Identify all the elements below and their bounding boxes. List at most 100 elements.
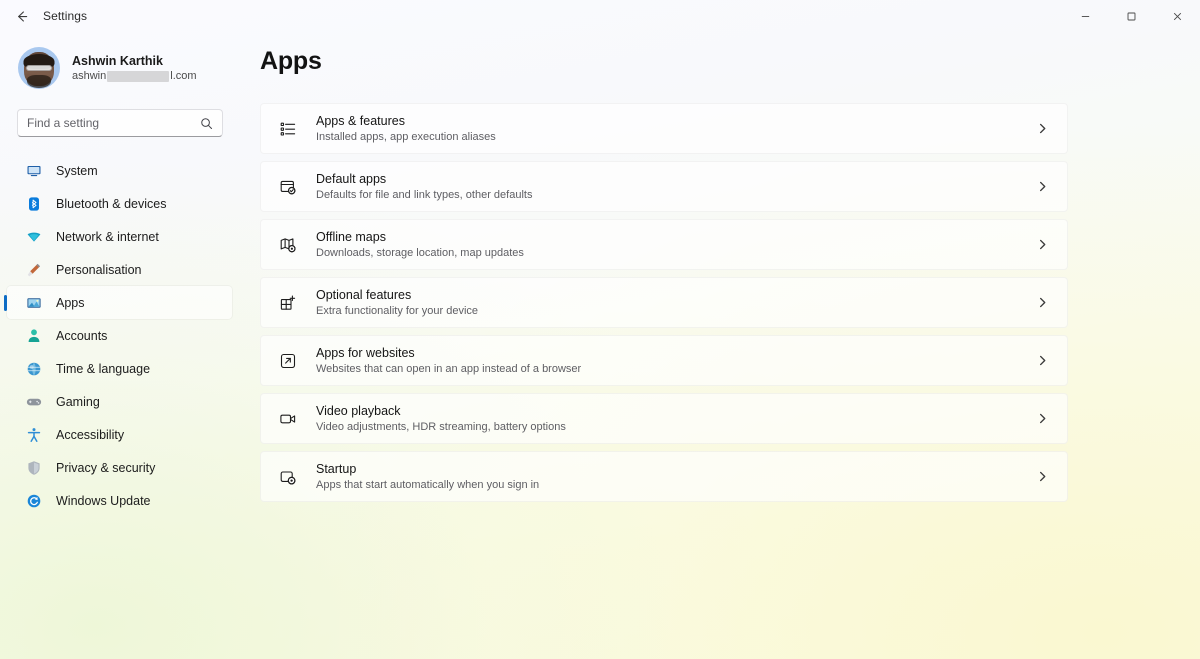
bluetooth-icon: [25, 195, 43, 213]
card-title: Startup: [316, 461, 357, 476]
sidebar-item-label: Windows Update: [56, 493, 151, 508]
update-icon: [25, 492, 43, 510]
chevron-right-icon[interactable]: [1033, 352, 1051, 370]
card-title: Default apps: [316, 171, 387, 186]
search-box[interactable]: [17, 109, 223, 137]
sidebar-item-gaming[interactable]: Gaming: [7, 385, 232, 418]
globe-icon: [25, 360, 43, 378]
title-bar: Settings: [0, 0, 1200, 32]
account-section[interactable]: Ashwin Karthik ashwin l.com: [0, 32, 240, 94]
settings-window: Settings Ashwin Karthik ashwin l.com Fin…: [0, 0, 1200, 659]
sidebar-item-label: Personalisation: [56, 262, 142, 277]
avatar: [18, 47, 60, 89]
card-text: Startup Apps that start automatically wh…: [316, 461, 1033, 493]
map-icon: [278, 235, 298, 255]
sidebar-item-label: Time & language: [56, 361, 151, 376]
settings-card-apps-for-websites[interactable]: Apps for websites Websites that can open…: [260, 335, 1068, 386]
card-subtitle: Defaults for file and link types, other …: [316, 188, 533, 201]
window-title: Settings: [43, 9, 88, 23]
shield-icon: [25, 459, 43, 477]
wifi-icon: [25, 228, 43, 246]
chevron-right-icon[interactable]: [1033, 120, 1051, 138]
external-link-icon: [278, 351, 298, 371]
chevron-right-icon[interactable]: [1033, 468, 1051, 486]
settings-card-optional-features[interactable]: Optional features Extra functionality fo…: [260, 277, 1068, 328]
card-title: Optional features: [316, 287, 412, 302]
list-icon: [278, 119, 298, 139]
startup-icon: [278, 467, 298, 487]
account-email-redaction: [107, 70, 170, 82]
main-content: Apps Apps & features Installed apps, app…: [240, 32, 1200, 659]
settings-card-video-playback[interactable]: Video playback Video adjustments, HDR st…: [260, 393, 1068, 444]
settings-card-list: Apps & features Installed apps, app exec…: [260, 103, 1068, 502]
account-name: Ashwin Karthik: [72, 53, 163, 68]
close-button[interactable]: [1154, 0, 1200, 32]
account-text: Ashwin Karthik ashwin l.com: [72, 53, 197, 84]
sidebar-item-label: Gaming: [56, 394, 100, 409]
maximize-button[interactable]: [1108, 0, 1154, 32]
accessibility-icon: [25, 426, 43, 444]
avatar-glasses: [26, 65, 52, 72]
sidebar-nav: System Bluetooth & devices Network & int…: [0, 154, 240, 517]
card-text: Default apps Defaults for file and link …: [316, 171, 1033, 203]
default-apps-icon: [278, 177, 298, 197]
grid-plus-icon: [278, 293, 298, 313]
search-icon: [200, 117, 213, 130]
paintbrush-icon: [25, 261, 43, 279]
chevron-right-icon[interactable]: [1033, 410, 1051, 428]
card-title: Video playback: [316, 403, 401, 418]
card-text: Video playback Video adjustments, HDR st…: [316, 403, 1033, 435]
sidebar-item-privacy-security[interactable]: Privacy & security: [7, 451, 232, 484]
person-icon: [25, 327, 43, 345]
card-text: Optional features Extra functionality fo…: [316, 287, 1033, 319]
card-subtitle: Extra functionality for your device: [316, 304, 479, 317]
back-arrow-icon[interactable]: [6, 1, 36, 31]
minimize-button[interactable]: [1062, 0, 1108, 32]
card-subtitle: Installed apps, app execution aliases: [316, 130, 496, 143]
video-camera-icon: [278, 409, 298, 429]
sidebar-item-bluetooth-devices[interactable]: Bluetooth & devices: [7, 187, 232, 220]
chevron-right-icon[interactable]: [1033, 178, 1051, 196]
settings-card-offline-maps[interactable]: Offline maps Downloads, storage location…: [260, 219, 1068, 270]
card-text: Apps for websites Websites that can open…: [316, 345, 1033, 377]
card-title: Apps & features: [316, 113, 405, 128]
sidebar-item-personalisation[interactable]: Personalisation: [7, 253, 232, 286]
sidebar-item-label: Bluetooth & devices: [56, 196, 167, 211]
card-subtitle: Video adjustments, HDR streaming, batter…: [316, 420, 566, 433]
chevron-right-icon[interactable]: [1033, 294, 1051, 312]
sidebar-item-accessibility[interactable]: Accessibility: [7, 418, 232, 451]
sidebar-item-label: Apps: [56, 295, 85, 310]
card-subtitle: Apps that start automatically when you s…: [316, 478, 540, 491]
search-input[interactable]: [27, 116, 196, 130]
sidebar-item-apps[interactable]: Apps: [7, 286, 232, 319]
sidebar-item-windows-update[interactable]: Windows Update: [7, 484, 232, 517]
window-controls: [1062, 0, 1200, 32]
sidebar-item-label: Accessibility: [56, 427, 125, 442]
account-email-suffix: l.com: [170, 69, 197, 82]
account-email-prefix: ashwin: [72, 69, 107, 82]
apps-icon: [25, 294, 43, 312]
sidebar-item-label: Network & internet: [56, 229, 159, 244]
monitor-icon: [25, 162, 43, 180]
sidebar-item-label: System: [56, 163, 98, 178]
sidebar-item-time-language[interactable]: Time & language: [7, 352, 232, 385]
sidebar-item-label: Accounts: [56, 328, 108, 343]
card-text: Apps & features Installed apps, app exec…: [316, 113, 1033, 145]
card-title: Offline maps: [316, 229, 386, 244]
settings-card-default-apps[interactable]: Default apps Defaults for file and link …: [260, 161, 1068, 212]
avatar-beard: [27, 74, 51, 88]
sidebar-item-accounts[interactable]: Accounts: [7, 319, 232, 352]
page-title: Apps: [260, 47, 322, 75]
sidebar: Ashwin Karthik ashwin l.com Find a setti…: [0, 32, 240, 659]
sidebar-item-label: Privacy & security: [56, 460, 156, 475]
sidebar-item-network-internet[interactable]: Network & internet: [7, 220, 232, 253]
card-subtitle: Downloads, storage location, map updates: [316, 246, 524, 259]
gamepad-icon: [25, 393, 43, 411]
settings-card-apps-features[interactable]: Apps & features Installed apps, app exec…: [260, 103, 1068, 154]
chevron-right-icon[interactable]: [1033, 236, 1051, 254]
account-email: ashwin l.com: [72, 69, 197, 84]
card-text: Offline maps Downloads, storage location…: [316, 229, 1033, 261]
card-subtitle: Websites that can open in an app instead…: [316, 362, 582, 375]
settings-card-startup[interactable]: Startup Apps that start automatically wh…: [260, 451, 1068, 502]
sidebar-item-system[interactable]: System: [7, 154, 232, 187]
